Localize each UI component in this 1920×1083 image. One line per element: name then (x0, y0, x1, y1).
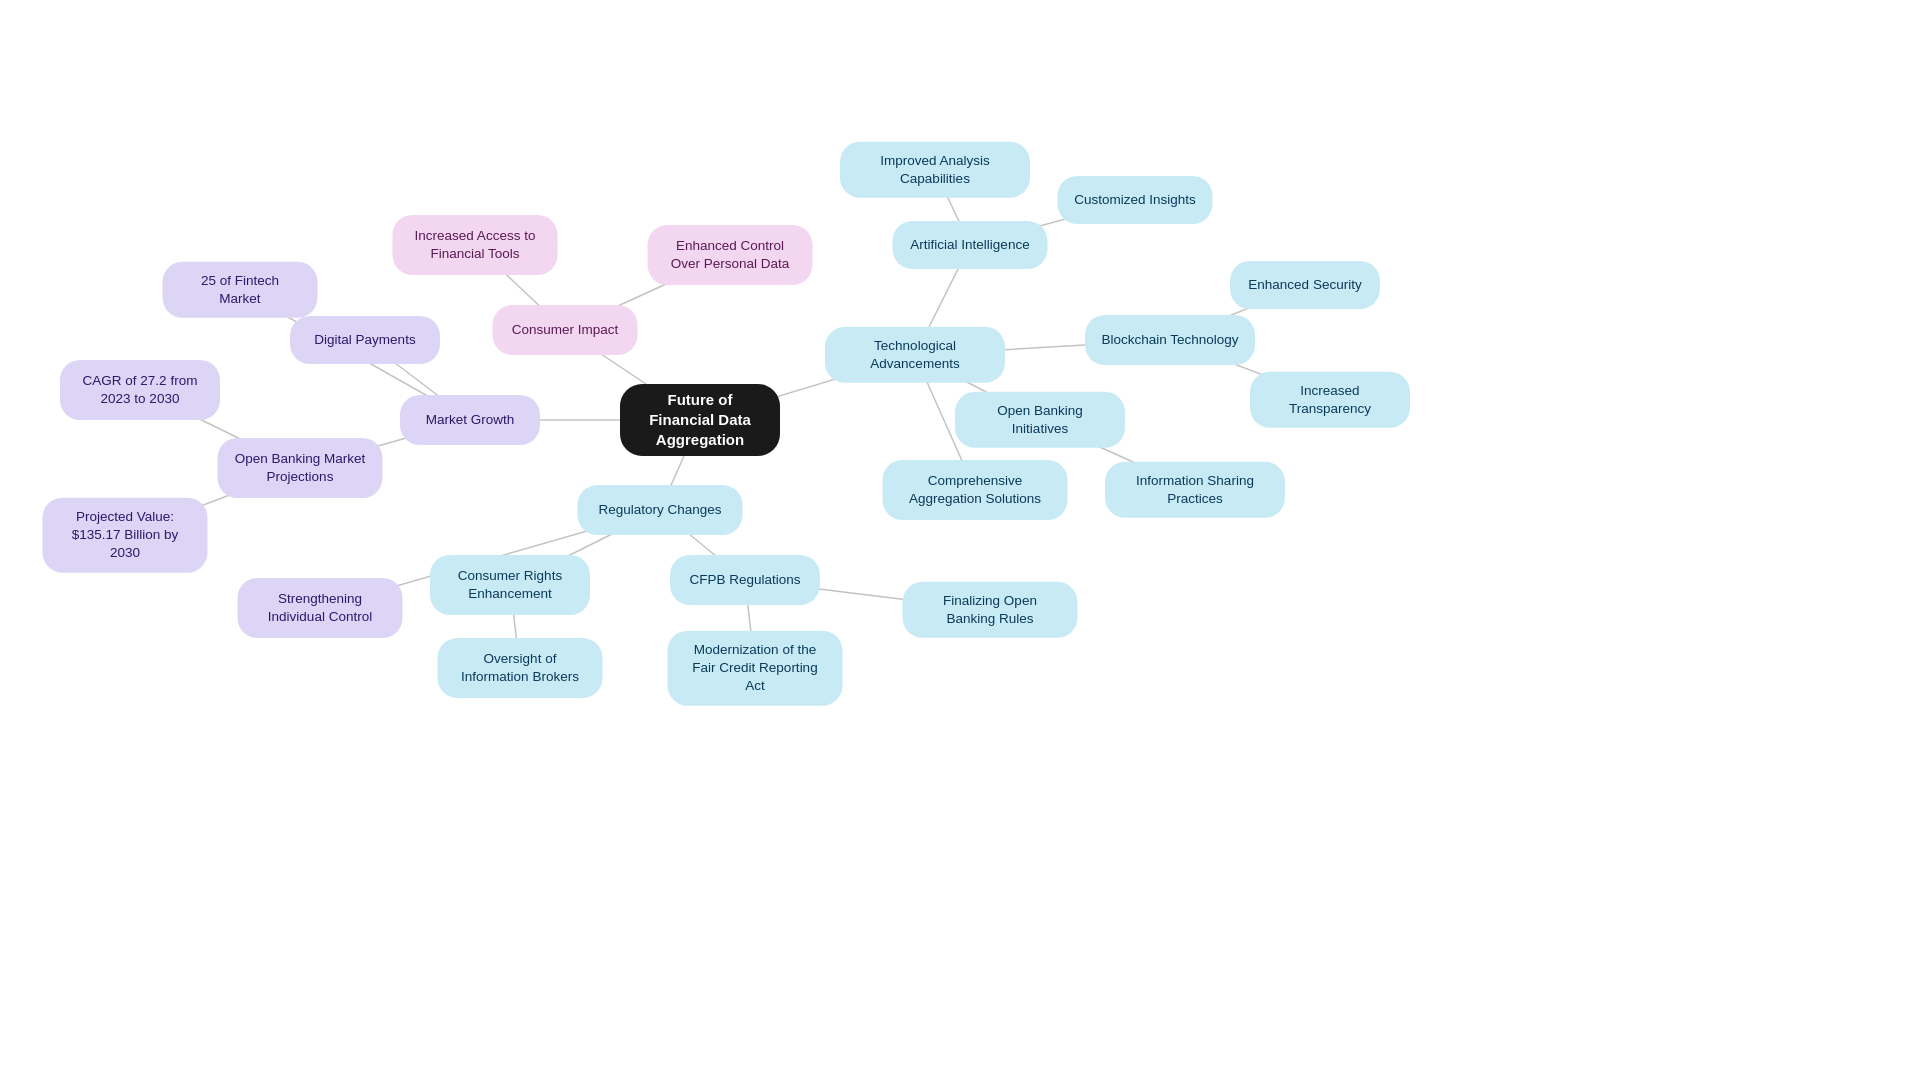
node-oversight[interactable]: Oversight of Information Brokers (438, 638, 603, 698)
mindmap-canvas: Future of Financial Data Aggregation Cons… (0, 0, 1920, 1083)
node-open_banking_init[interactable]: Open Banking Initiatives (955, 392, 1125, 448)
node-consumer_rights[interactable]: Consumer Rights Enhancement (430, 555, 590, 615)
node-digital_payments[interactable]: Digital Payments (290, 316, 440, 364)
node-finalizing[interactable]: Finalizing Open Banking Rules (903, 582, 1078, 638)
node-market_growth[interactable]: Market Growth (400, 395, 540, 445)
node-enhanced_control[interactable]: Enhanced Control Over Personal Data (648, 225, 813, 285)
node-center[interactable]: Future of Financial Data Aggregation (620, 384, 780, 456)
node-open_banking_proj[interactable]: Open Banking Market Projections (218, 438, 383, 498)
node-comp_aggregation[interactable]: Comprehensive Aggregation Solutions (883, 460, 1068, 520)
node-fintech_25[interactable]: 25 of Fintech Market (163, 262, 318, 318)
node-ai[interactable]: Artificial Intelligence (893, 221, 1048, 269)
node-strengthening[interactable]: Strengthening Individual Control (238, 578, 403, 638)
node-customized_insights[interactable]: Customized Insights (1058, 176, 1213, 224)
node-increased_access[interactable]: Increased Access to Financial Tools (393, 215, 558, 275)
node-improved_analysis[interactable]: Improved Analysis Capabilities (840, 142, 1030, 198)
node-consumer_impact[interactable]: Consumer Impact (493, 305, 638, 355)
node-projected_value[interactable]: Projected Value: $135.17 Billion by 2030 (43, 498, 208, 573)
node-enhanced_security[interactable]: Enhanced Security (1230, 261, 1380, 309)
node-tech_advancements[interactable]: Technological Advancements (825, 327, 1005, 383)
node-regulatory_changes[interactable]: Regulatory Changes (578, 485, 743, 535)
node-modernization[interactable]: Modernization of the Fair Credit Reporti… (668, 631, 843, 706)
node-cfpb[interactable]: CFPB Regulations (670, 555, 820, 605)
node-cagr[interactable]: CAGR of 27.2 from 2023 to 2030 (60, 360, 220, 420)
node-increased_transparency[interactable]: Increased Transparency (1250, 372, 1410, 428)
node-info_sharing[interactable]: Information Sharing Practices (1105, 462, 1285, 518)
node-blockchain[interactable]: Blockchain Technology (1085, 315, 1255, 365)
